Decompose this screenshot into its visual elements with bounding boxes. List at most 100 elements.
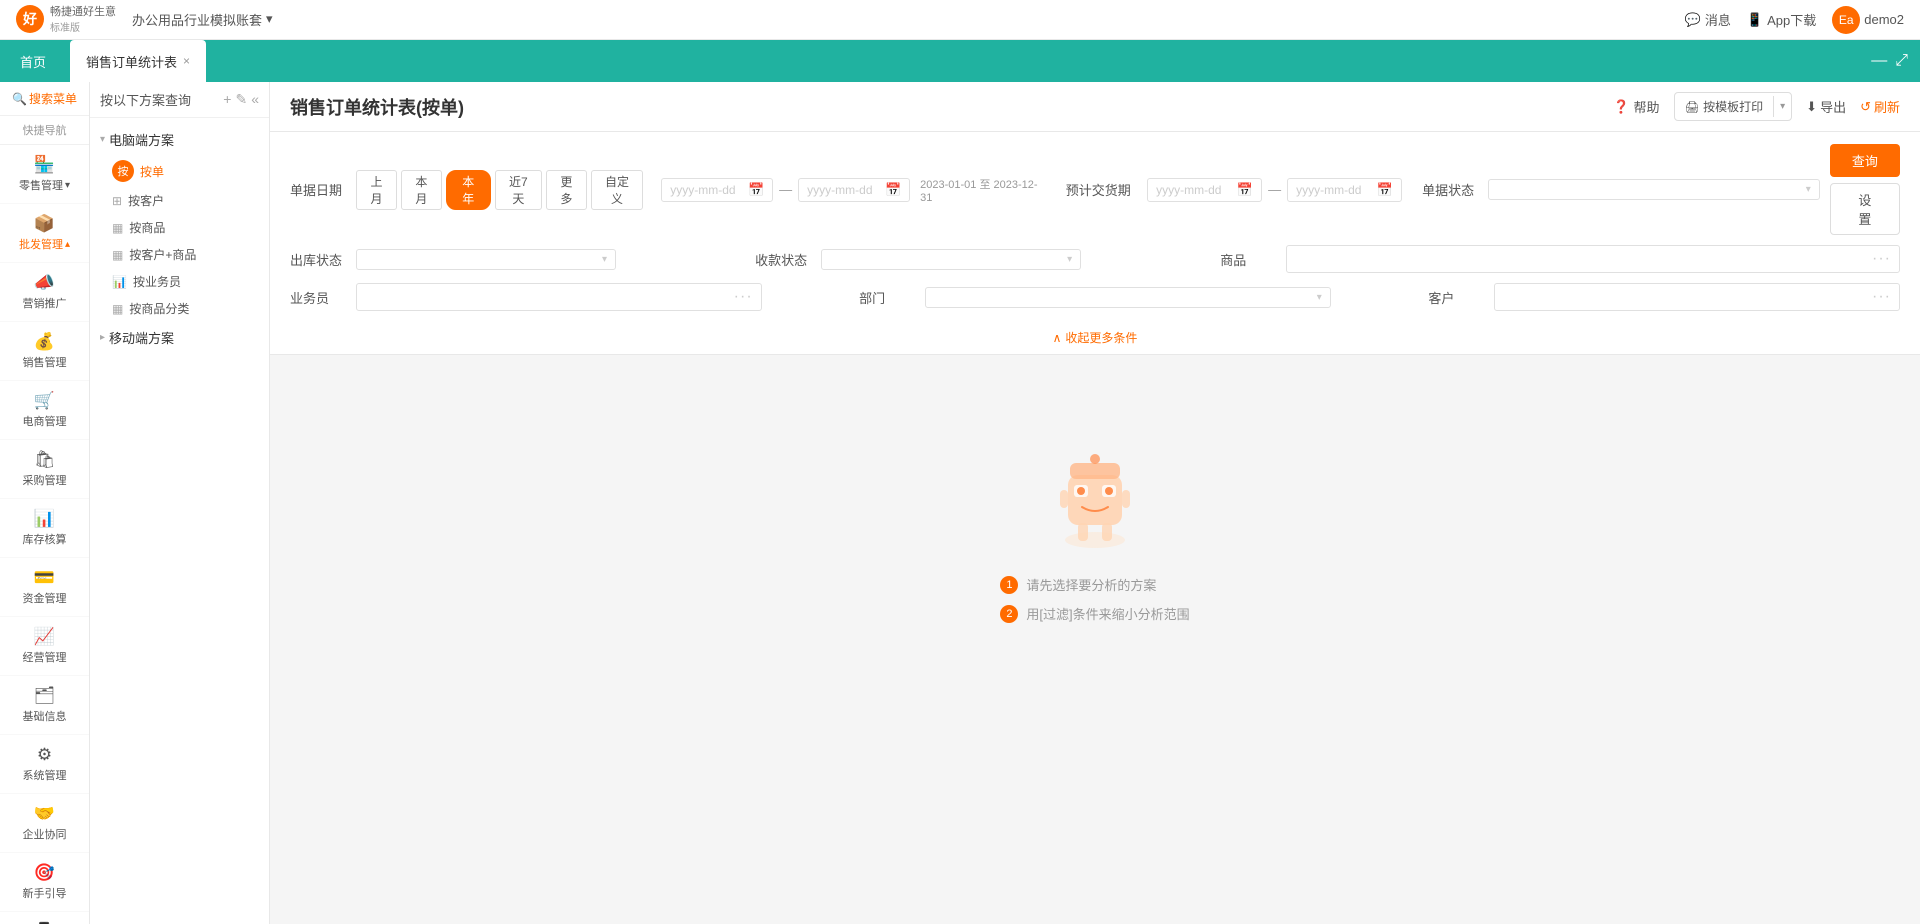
sidebar-item-apps[interactable]: 📱 应用中心 (0, 912, 89, 924)
mobile-group-expand-icon: ▸ (100, 332, 105, 343)
sidebar-item-marketing[interactable]: 📣 营销推广 (0, 263, 89, 322)
hint-text-2: 用[过滤]条件来缩小分析范围 (1026, 604, 1189, 623)
wholesale-arrow-icon: ▴ (65, 239, 70, 250)
date-to-input[interactable]: yyyy-mm-dd 📅 (798, 178, 910, 202)
date-from-input[interactable]: yyyy-mm-dd 📅 (661, 178, 773, 202)
print-label: 按模板打印 (1703, 100, 1763, 114)
date-btn-custom[interactable]: 自定义 (591, 170, 643, 210)
scheme-by-cust-prod[interactable]: ▦ 按客户+商品 (90, 241, 269, 268)
expected-cal-from-icon: 📅 (1237, 182, 1253, 198)
date-range-text: 2023-01-01 至 2023-12-31 (920, 176, 1046, 204)
message-label: 消息 (1705, 10, 1731, 29)
salesperson-more-icon[interactable]: ··· (734, 288, 753, 306)
date-btn-this-month[interactable]: 本月 (401, 170, 442, 210)
sidebar-item-ecommerce[interactable]: 🛒 电商管理 (0, 381, 89, 440)
message-button[interactable]: 💬 消息 (1685, 10, 1731, 29)
tab-maximize-icon[interactable]: ⤢ (1895, 52, 1908, 70)
product-select[interactable]: ··· (1286, 245, 1900, 273)
scheme-by-customer[interactable]: ⊞ 按客户 (90, 187, 269, 214)
date-btn-more[interactable]: 更多 (546, 170, 587, 210)
pc-scheme-group[interactable]: ▾ 电脑端方案 (90, 124, 269, 155)
tab-minimize-icon[interactable]: — (1871, 52, 1887, 70)
salesperson-select[interactable]: ··· (356, 283, 762, 311)
scheme-by-product[interactable]: ▦ 按商品 (90, 214, 269, 241)
customer-select[interactable]: ··· (1494, 283, 1900, 311)
user-area[interactable]: Ea demo2 (1832, 6, 1904, 34)
add-scheme-button[interactable]: + (223, 91, 231, 108)
sidebar-item-newbie[interactable]: 🎯 新手引导 (0, 853, 89, 912)
sidebar-item-enterprise[interactable]: 🤝 企业协同 (0, 794, 89, 853)
query-button[interactable]: 查询 (1830, 144, 1900, 177)
settings-button[interactable]: 设置 (1830, 183, 1900, 235)
inner-sidebar-title: 按以下方案查询 (100, 90, 191, 109)
status-select[interactable]: ▾ (1488, 179, 1820, 200)
enterprise-icon: 🤝 (34, 804, 55, 824)
expected-date-to-input[interactable]: yyyy-mm-dd 📅 (1287, 178, 1402, 202)
status-label: 单据状态 (1422, 180, 1478, 199)
top-action-group: ❓ 帮助 🖨 按模板打印 ▾ ⬇ 导出 ↺ 刷新 (1613, 92, 1900, 121)
help-button[interactable]: ❓ 帮助 (1613, 97, 1659, 116)
sidebar-item-basic[interactable]: 🗂 基础信息 (0, 676, 89, 735)
message-icon: 💬 (1685, 12, 1701, 28)
department-dropdown-icon: ▾ (1317, 292, 1322, 303)
search-icon: 🔍 (12, 92, 27, 106)
payment-status-select[interactable]: ▾ (821, 249, 1081, 270)
collapse-sidebar-button[interactable]: « (251, 91, 259, 108)
hint-row-1: 1 请先选择要分析的方案 (1000, 575, 1189, 594)
tab-close-icon[interactable]: × (183, 54, 190, 68)
sidebar-item-retail[interactable]: 🏪 零售管理 ▾ (0, 145, 89, 204)
tab-home[interactable]: 首页 (0, 40, 66, 82)
page-top: 销售订单统计表(按单) ❓ 帮助 🖨 按模板打印 ▾ ⬇ 导出 (270, 82, 1920, 132)
logo-icon: 好 (16, 5, 44, 33)
customer-more-icon[interactable]: ··· (1872, 288, 1891, 306)
sidebar-item-sales[interactable]: 💰 销售管理 (0, 322, 89, 381)
app-download-button[interactable]: 📱 App下载 (1747, 10, 1816, 29)
expected-date-from-input[interactable]: yyyy-mm-dd 📅 (1147, 178, 1262, 202)
sidebar-nav: 🔍 搜索菜单 快捷导航 🏪 零售管理 ▾ 📦 批发管理 ▴ 📣 营销推广 💰 (0, 82, 90, 924)
system-icon: ⚙ (37, 745, 52, 765)
search-menu-button[interactable]: 🔍 搜索菜单 (0, 82, 89, 116)
sidebar-item-wholesale[interactable]: 📦 批发管理 ▴ (0, 204, 89, 263)
tab-active[interactable]: 销售订单统计表 × (70, 40, 206, 82)
delivery-dropdown-icon: ▾ (602, 254, 607, 265)
scheme-by-order[interactable]: 按 按单 (90, 155, 269, 187)
scheme-by-salesperson[interactable]: 📊 按业务员 (90, 268, 269, 295)
data-area: 1 请先选择要分析的方案 2 用[过滤]条件来缩小分析范围 (270, 355, 1920, 924)
edit-scheme-button[interactable]: ✎ (235, 91, 247, 108)
refresh-button[interactable]: ↺ 刷新 (1860, 97, 1900, 116)
print-dropdown-button[interactable]: ▾ (1773, 96, 1791, 117)
filters-wrapper: 单据日期 上月 本月 本年 近7天 更多 自定义 yyyy-mm-dd 📅 — (270, 132, 1920, 355)
date-from-calendar-icon: 📅 (748, 182, 764, 198)
sidebar-item-finance[interactable]: 💳 资金管理 (0, 558, 89, 617)
date-btn-this-year[interactable]: 本年 (446, 170, 491, 210)
sidebar-item-operation[interactable]: 📈 经营管理 (0, 617, 89, 676)
filter-row-3: 业务员 ··· 部门 ▾ 客户 ··· (290, 283, 1900, 311)
print-main-button[interactable]: 🖨 按模板打印 (1675, 93, 1774, 120)
by-category-icon: ▦ (112, 302, 123, 316)
retail-arrow-icon: ▾ (65, 180, 70, 191)
ecommerce-label: 电商管理 (23, 413, 67, 429)
collapse-bar[interactable]: ∧ 收起更多条件 (290, 321, 1900, 354)
tabbar: 首页 销售订单统计表 × — ⤢ (0, 40, 1920, 82)
date-btn-7days[interactable]: 近7天 (495, 170, 542, 210)
department-select[interactable]: ▾ (925, 287, 1331, 308)
quick-nav-button[interactable]: 快捷导航 (0, 116, 89, 145)
sidebar-item-purchase[interactable]: 🛍 采购管理 (0, 440, 89, 499)
delivery-status-select[interactable]: ▾ (356, 249, 616, 270)
mobile-scheme-group[interactable]: ▸ 移动端方案 (90, 322, 269, 353)
logo-text: 畅捷通好生意 (50, 5, 116, 19)
sidebar-item-inventory[interactable]: 📊 库存核算 (0, 499, 89, 558)
pc-scheme-label: 电脑端方案 (109, 130, 174, 149)
sidebar-item-system[interactable]: ⚙ 系统管理 (0, 735, 89, 794)
expected-cal-to-icon: 📅 (1377, 182, 1393, 198)
by-customer-icon: ⊞ (112, 194, 122, 208)
date-btn-last-month[interactable]: 上月 (356, 170, 397, 210)
product-more-icon[interactable]: ··· (1872, 250, 1891, 268)
export-button[interactable]: ⬇ 导出 (1806, 97, 1846, 116)
basic-icon: 🗂 (34, 686, 56, 706)
scheme-by-category[interactable]: ▦ 按商品分类 (90, 295, 269, 322)
filter-row-2: 出库状态 ▾ 收款状态 ▾ 商品 ··· (290, 245, 1900, 273)
by-salesperson-icon: 📊 (112, 275, 127, 289)
hint-num-2: 2 (1000, 605, 1018, 623)
workspace-selector[interactable]: 办公用品行业模拟账套 ▾ (124, 10, 281, 29)
